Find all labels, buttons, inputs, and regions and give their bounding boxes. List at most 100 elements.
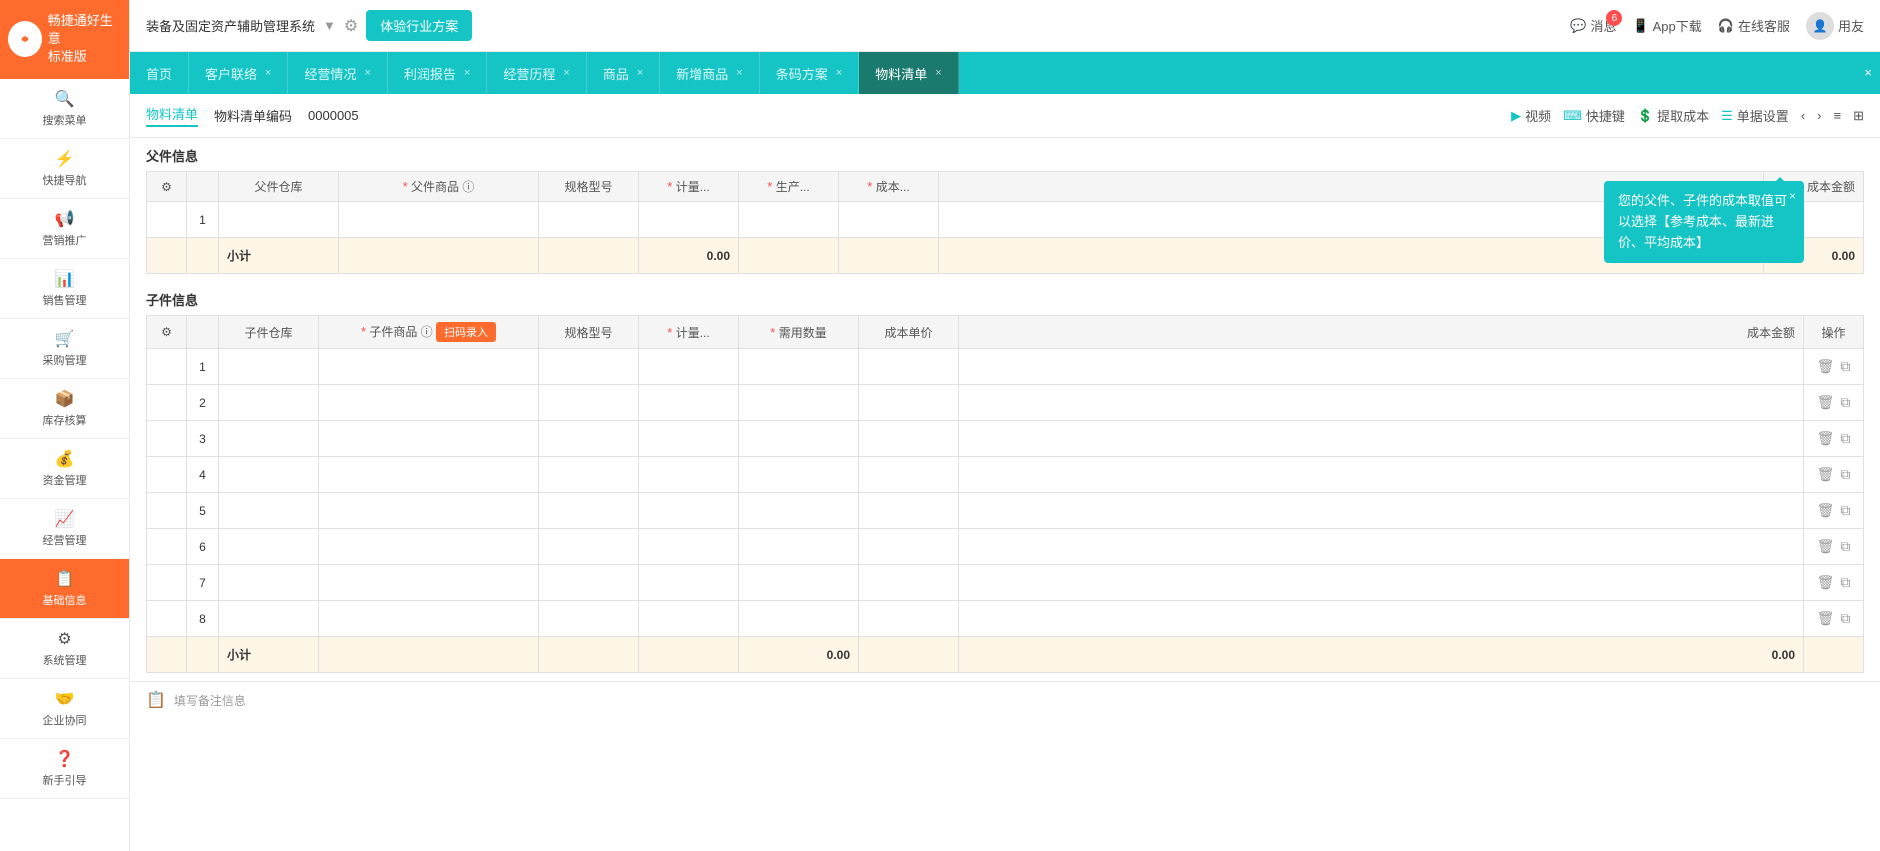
sidebar-item-basic-info[interactable]: 📋 基础信息 [0,559,129,619]
child-r6-product[interactable] [319,529,539,565]
online-service-button[interactable]: 🎧 在线客服 [1718,16,1790,35]
delete-icon-r3[interactable]: 🗑 [1817,430,1835,447]
child-r4-product[interactable] [319,457,539,493]
child-r7-qty[interactable] [739,565,859,601]
child-r8-product[interactable] [319,601,539,637]
scan-button[interactable]: 扫码录入 [436,322,496,342]
parent-th-settings[interactable]: ⚙ [147,172,187,202]
child-r4-qty[interactable] [739,457,859,493]
tab-customers[interactable]: 客户联络 × [189,52,288,94]
tab-close-customers[interactable]: × [265,67,271,79]
bottom-text[interactable]: 填写备注信息 [174,692,246,709]
delete-icon-r5[interactable]: 🗑 [1817,502,1835,519]
sidebar-item-collaboration[interactable]: 🤝 企业协同 [0,679,129,739]
delete-icon-r1[interactable]: 🗑 [1817,358,1835,375]
child-r6-qty[interactable] [739,529,859,565]
action-video[interactable]: ▶ 视频 [1511,106,1551,125]
child-r5-product[interactable] [319,493,539,529]
system-dropdown[interactable]: ▼ [323,18,336,33]
action-extract-cost[interactable]: 💲 提取成本 [1637,106,1709,125]
child-r2-spec[interactable] [539,385,639,421]
parent-row1-unit[interactable] [639,202,739,238]
tab-close-products[interactable]: × [637,67,643,79]
message-button[interactable]: 💬 消息 6 [1570,16,1616,35]
sidebar-item-inventory[interactable]: 📦 库存核算 [0,379,129,439]
child-r3-spec[interactable] [539,421,639,457]
child-r5-unit[interactable] [639,493,739,529]
child-r3-product[interactable] [319,421,539,457]
child-r7-warehouse[interactable] [219,565,319,601]
sidebar-item-quicknav[interactable]: ⚡ 快捷导航 [0,139,129,199]
child-r1-spec[interactable] [539,349,639,385]
sidebar-item-system[interactable]: ⚙ 系统管理 [0,619,129,679]
child-r3-warehouse[interactable] [219,421,319,457]
tab-close-operations[interactable]: × [364,67,370,79]
child-r1-warehouse[interactable] [219,349,319,385]
child-r8-qty[interactable] [739,601,859,637]
child-r5-qty[interactable] [739,493,859,529]
child-r3-price[interactable] [859,421,959,457]
sidebar-item-search[interactable]: 🔍 搜索菜单 [0,79,129,139]
tab-barcode[interactable]: 条码方案 × [760,52,859,94]
child-r3-unit[interactable] [639,421,739,457]
sidebar-item-sales[interactable]: 📊 销售管理 [0,259,129,319]
tooltip-close-btn[interactable]: × [1789,187,1796,206]
tab-close-history[interactable]: × [563,67,569,79]
sidebar-item-guide[interactable]: ❓ 新手引导 [0,739,129,799]
child-r7-product[interactable] [319,565,539,601]
tab-products[interactable]: 商品 × [587,52,660,94]
child-r8-spec[interactable] [539,601,639,637]
delete-icon-r4[interactable]: 🗑 [1817,466,1835,483]
child-r2-qty[interactable] [739,385,859,421]
child-r7-spec[interactable] [539,565,639,601]
child-r4-spec[interactable] [539,457,639,493]
child-r1-qty[interactable] [739,349,859,385]
pagination-prev[interactable]: ‹ [1801,108,1805,123]
tab-history[interactable]: 经营历程 × [487,52,586,94]
tabs-close-all[interactable]: × [1864,64,1880,82]
child-r2-price[interactable] [859,385,959,421]
child-r6-unit[interactable] [639,529,739,565]
delete-icon-r2[interactable]: 🗑 [1817,394,1835,411]
user-menu[interactable]: 👤 用友 [1806,12,1864,40]
sidebar-item-marketing[interactable]: 📢 营销推广 [0,199,129,259]
tab-operations[interactable]: 经营情况 × [288,52,387,94]
child-r1-price[interactable] [859,349,959,385]
delete-icon-r7[interactable]: 🗑 [1817,574,1835,591]
copy-icon-r7[interactable]: ⧉ [1840,574,1850,591]
child-r4-warehouse[interactable] [219,457,319,493]
tab-close-bom[interactable]: × [935,67,941,79]
action-doc-settings[interactable]: ☰ 单据设置 [1721,106,1789,125]
child-r6-warehouse[interactable] [219,529,319,565]
copy-icon-r2[interactable]: ⧉ [1840,394,1850,411]
copy-icon-r8[interactable]: ⧉ [1840,610,1850,627]
copy-icon-r5[interactable]: ⧉ [1840,502,1850,519]
child-r5-spec[interactable] [539,493,639,529]
tab-profit[interactable]: 利润报告 × [388,52,487,94]
child-r4-unit[interactable] [639,457,739,493]
child-r2-warehouse[interactable] [219,385,319,421]
child-r3-qty[interactable] [739,421,859,457]
settings-icon[interactable]: ⚙ [344,16,358,36]
child-r6-spec[interactable] [539,529,639,565]
delete-icon-r6[interactable]: 🗑 [1817,538,1835,555]
child-r1-product[interactable] [319,349,539,385]
parent-row1-produce[interactable] [739,202,839,238]
parent-row1-warehouse[interactable] [219,202,339,238]
copy-icon-r1[interactable]: ⧉ [1840,358,1850,375]
tab-new-product[interactable]: 新增商品 × [660,52,759,94]
copy-icon-r4[interactable]: ⧉ [1840,466,1850,483]
child-r2-product[interactable] [319,385,539,421]
parent-row1-product[interactable] [339,202,539,238]
child-r5-price[interactable] [859,493,959,529]
child-r5-warehouse[interactable] [219,493,319,529]
child-r2-unit[interactable] [639,385,739,421]
child-r8-warehouse[interactable] [219,601,319,637]
tab-close-profit[interactable]: × [464,67,470,79]
copy-icon-r3[interactable]: ⧉ [1840,430,1850,447]
tab-close-barcode[interactable]: × [836,67,842,79]
sub-tab-bom[interactable]: 物料清单 [146,104,198,127]
tab-home[interactable]: 首页 [130,52,189,94]
sidebar-item-purchase[interactable]: 🛒 采购管理 [0,319,129,379]
child-r8-price[interactable] [859,601,959,637]
